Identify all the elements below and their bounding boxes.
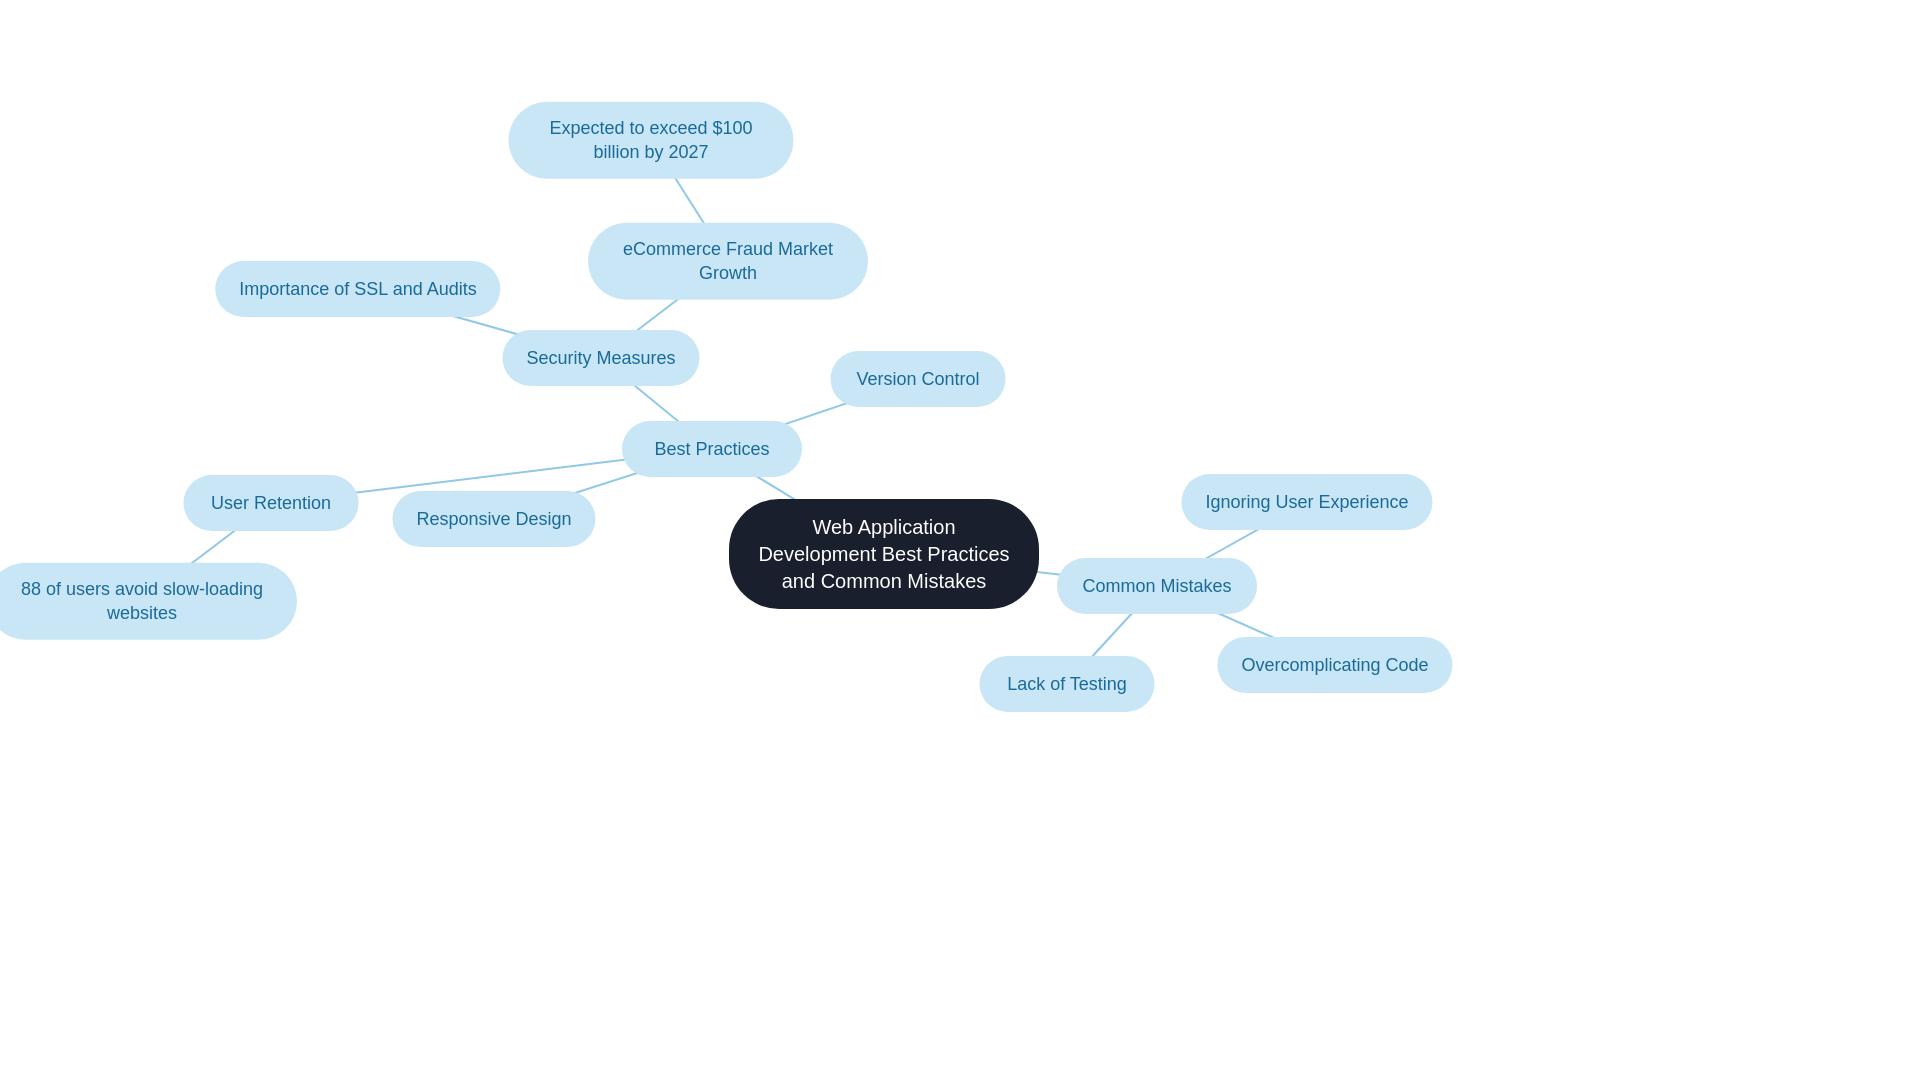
node-expected-exceed: Expected to exceed $100 billion by 2027	[509, 102, 794, 179]
node-user-retention: User Retention	[184, 475, 359, 531]
node-ecommerce-fraud: eCommerce Fraud Market Growth	[588, 223, 868, 300]
node-security-measures: Security Measures	[502, 330, 699, 386]
node-best-practices: Best Practices	[622, 421, 802, 477]
node-slow-loading: 88 of users avoid slow-loading websites	[0, 563, 297, 640]
node-overcomplicating: Overcomplicating Code	[1217, 637, 1452, 693]
node-responsive-design: Responsive Design	[392, 491, 595, 547]
node-root: Web Application Development Best Practic…	[729, 499, 1039, 609]
mindmap-canvas: Web Application Development Best Practic…	[0, 0, 1920, 1083]
node-ssl-audits: Importance of SSL and Audits	[215, 261, 500, 317]
node-ignoring-ux: Ignoring User Experience	[1181, 474, 1432, 530]
node-version-control: Version Control	[831, 351, 1006, 407]
node-lack-testing: Lack of Testing	[980, 656, 1155, 712]
node-common-mistakes: Common Mistakes	[1057, 558, 1257, 614]
